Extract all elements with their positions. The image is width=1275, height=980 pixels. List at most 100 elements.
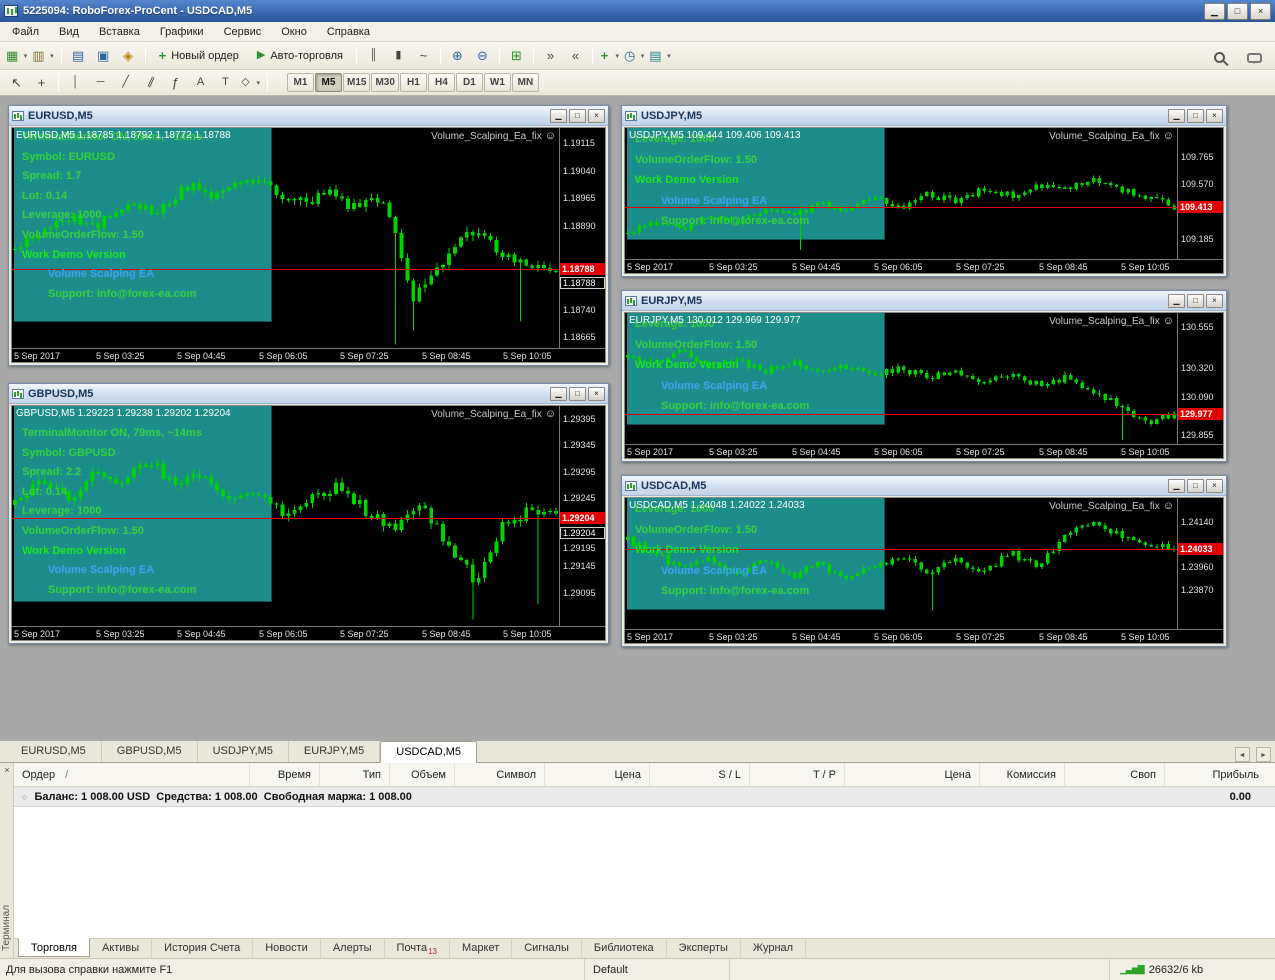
chart-window-titlebar[interactable]: GBPUSD,M5 ▁ □ × <box>9 384 608 404</box>
chart-minimize-button[interactable]: ▁ <box>1168 108 1185 123</box>
autotrade-button[interactable]: ▶ Авто-торговля <box>249 45 351 67</box>
chart-close-button[interactable]: × <box>1206 293 1223 308</box>
fibonacci-button[interactable]: ƒ <box>164 72 187 94</box>
zoom-out-button[interactable]: ⊖ <box>471 45 494 67</box>
chart-tab[interactable]: EURJPY,M5 <box>289 741 381 762</box>
chart-tab[interactable]: GBPUSD,M5 <box>102 741 198 762</box>
search-button[interactable] <box>1208 46 1231 68</box>
terminal-tab[interactable]: Библиотека <box>582 939 667 958</box>
new-order-button[interactable]: + Новый ордер <box>151 45 247 67</box>
menu-item[interactable]: Сервис <box>214 23 272 41</box>
chart-restore-button[interactable]: □ <box>1187 478 1204 493</box>
terminal-tab[interactable]: Алерты <box>321 939 385 958</box>
ea-name-label[interactable]: Volume_Scalping_Ea_fix ☺ <box>1049 500 1174 512</box>
line-chart-button[interactable]: ~ <box>412 45 435 67</box>
ea-name-label[interactable]: Volume_Scalping_Ea_fix ☺ <box>431 130 556 142</box>
terminal-tab[interactable]: Торговля <box>18 938 90 957</box>
window-titlebar[interactable]: 5225094: RoboForex-ProCent - USDCAD,M5 ▁… <box>0 0 1275 22</box>
zoom-in-button[interactable]: ⊕ <box>446 45 469 67</box>
terminal-tab[interactable]: Маркет <box>450 939 513 958</box>
shapes-button[interactable]: ◇ <box>239 72 262 94</box>
menu-item[interactable]: Справка <box>317 23 380 41</box>
chart-window-titlebar[interactable]: USDJPY,M5 ▁ □ × <box>622 106 1226 126</box>
chart-minimize-button[interactable]: ▁ <box>1168 478 1185 493</box>
navigator-button[interactable]: ◈ <box>117 45 140 67</box>
chart-close-button[interactable]: × <box>1206 478 1223 493</box>
chart-restore-button[interactable]: □ <box>1187 293 1204 308</box>
chart-shift-button[interactable]: « <box>564 45 587 67</box>
timeframe-button-mn[interactable]: MN <box>511 73 539 92</box>
autoscroll-button[interactable]: » <box>539 45 562 67</box>
menu-item[interactable]: Вид <box>49 23 89 41</box>
candlestick-button[interactable]: ▮ <box>387 45 410 67</box>
text-label-button[interactable]: T <box>214 72 237 94</box>
menu-item[interactable]: Файл <box>2 23 49 41</box>
chart-plot-area[interactable]: Leverage: 1000 VolumeOrderFlow: 1.50 Work … <box>625 128 1177 259</box>
chart-restore-button[interactable]: □ <box>1187 108 1204 123</box>
price-scale[interactable]: 109.765 109.570 109.185 109.413 <box>1177 128 1223 259</box>
terminal-tab[interactable]: Активы <box>90 939 153 958</box>
menu-item[interactable]: Графики <box>150 23 214 41</box>
chart-window-titlebar[interactable]: EURUSD,M5 ▁ □ × <box>9 106 608 126</box>
chart-close-button[interactable]: × <box>1206 108 1223 123</box>
timeframe-button-m5[interactable]: M5 <box>315 73 342 92</box>
timeframe-button-h4[interactable]: H4 <box>427 73 455 92</box>
chart-restore-button[interactable]: □ <box>569 386 586 401</box>
terminal-tab[interactable]: Журнал <box>741 939 807 958</box>
chart-minimize-button[interactable]: ▁ <box>550 108 567 123</box>
channel-button[interactable]: ∥ <box>139 72 162 94</box>
chart-close-button[interactable]: × <box>588 108 605 123</box>
chart-tab[interactable]: USDCAD,M5 <box>380 741 478 763</box>
chart-plot-area[interactable]: TerminalMonitor ON, 79ms, ~14ms Symbol: G… <box>12 406 559 626</box>
text-button[interactable]: A <box>189 72 212 94</box>
chart-minimize-button[interactable]: ▁ <box>550 386 567 401</box>
horizontal-line-button[interactable]: ─ <box>89 72 112 94</box>
terminal-column-header[interactable]: Цена <box>544 763 649 786</box>
terminal-close-button[interactable]: × <box>1 765 13 777</box>
price-scale[interactable]: 1.29395 1.29345 1.29295 1.29245 1.29195 1.291… <box>559 406 605 626</box>
terminal-tab[interactable]: Новости <box>253 939 321 958</box>
terminal-tab[interactable]: Сигналы <box>512 939 582 958</box>
time-scale[interactable]: 5 Sep 2017 5 Sep 03:25 5 Sep 04:45 5 Sep 06… <box>12 626 605 640</box>
terminal-tab[interactable]: Почта13 <box>385 939 450 958</box>
chart-restore-button[interactable]: □ <box>569 108 586 123</box>
timeframe-button-m15[interactable]: M15 <box>343 73 371 92</box>
terminal-column-header[interactable]: Прибыль <box>1164 763 1275 786</box>
vertical-line-button[interactable]: │ <box>64 72 87 94</box>
time-scale[interactable]: 5 Sep 2017 5 Sep 03:25 5 Sep 04:45 5 Sep 06… <box>625 259 1223 273</box>
periods-button[interactable]: ◷ <box>623 45 646 67</box>
terminal-column-header[interactable]: Тип <box>319 763 389 786</box>
crosshair-button[interactable]: + <box>30 72 53 94</box>
timeframe-button-m30[interactable]: M30 <box>371 73 399 92</box>
ea-name-label[interactable]: Volume_Scalping_Ea_fix ☺ <box>1049 315 1174 327</box>
new-chart-button[interactable]: ▦ <box>5 45 29 67</box>
time-scale[interactable]: 5 Sep 2017 5 Sep 03:25 5 Sep 04:45 5 Sep 06… <box>625 444 1223 458</box>
chart-plot-area[interactable]: Leverage: 1000 VolumeOrderFlow: 1.50 Work … <box>625 313 1177 444</box>
profiles-button[interactable]: ▥ <box>31 45 55 67</box>
terminal-tab[interactable]: История Счета <box>152 939 254 958</box>
price-scale[interactable]: 1.24140 1.23960 1.23870 1.24033 <box>1177 498 1223 629</box>
time-scale[interactable]: 5 Sep 2017 5 Sep 03:25 5 Sep 04:45 5 Sep 06… <box>625 629 1223 643</box>
templates-button[interactable]: ▤ <box>648 45 672 67</box>
bar-chart-button[interactable]: ║ <box>362 45 385 67</box>
timeframe-button-d1[interactable]: D1 <box>455 73 483 92</box>
price-scale[interactable]: 130.555 130.320 130.090 129.855 129.977 <box>1177 313 1223 444</box>
cursor-button[interactable]: ↖ <box>5 72 28 94</box>
timeframe-button-w1[interactable]: W1 <box>483 73 511 92</box>
terminal-column-header[interactable]: S / L <box>649 763 749 786</box>
timeframe-button-m1[interactable]: M1 <box>287 73 314 92</box>
terminal-column-header[interactable]: Объем <box>389 763 454 786</box>
ea-name-label[interactable]: Volume_Scalping_Ea_fix ☺ <box>431 408 556 420</box>
terminal-column-header[interactable]: Ордер / <box>14 763 249 786</box>
chat-button[interactable] <box>1243 46 1266 68</box>
restore-button[interactable]: □ <box>1227 2 1248 20</box>
terminal-tab[interactable]: Эксперты <box>667 939 741 958</box>
chart-minimize-button[interactable]: ▁ <box>1168 293 1185 308</box>
indicators-button[interactable]: + <box>598 45 621 67</box>
terminal-column-header[interactable]: Символ <box>454 763 544 786</box>
terminal-column-header[interactable]: Цена <box>844 763 979 786</box>
market-watch-button[interactable]: ▤ <box>67 45 90 67</box>
chart-window-titlebar[interactable]: USDCAD,M5 ▁ □ × <box>622 476 1226 496</box>
terminal-column-header[interactable]: Время <box>249 763 319 786</box>
menu-item[interactable]: Окно <box>271 23 317 41</box>
